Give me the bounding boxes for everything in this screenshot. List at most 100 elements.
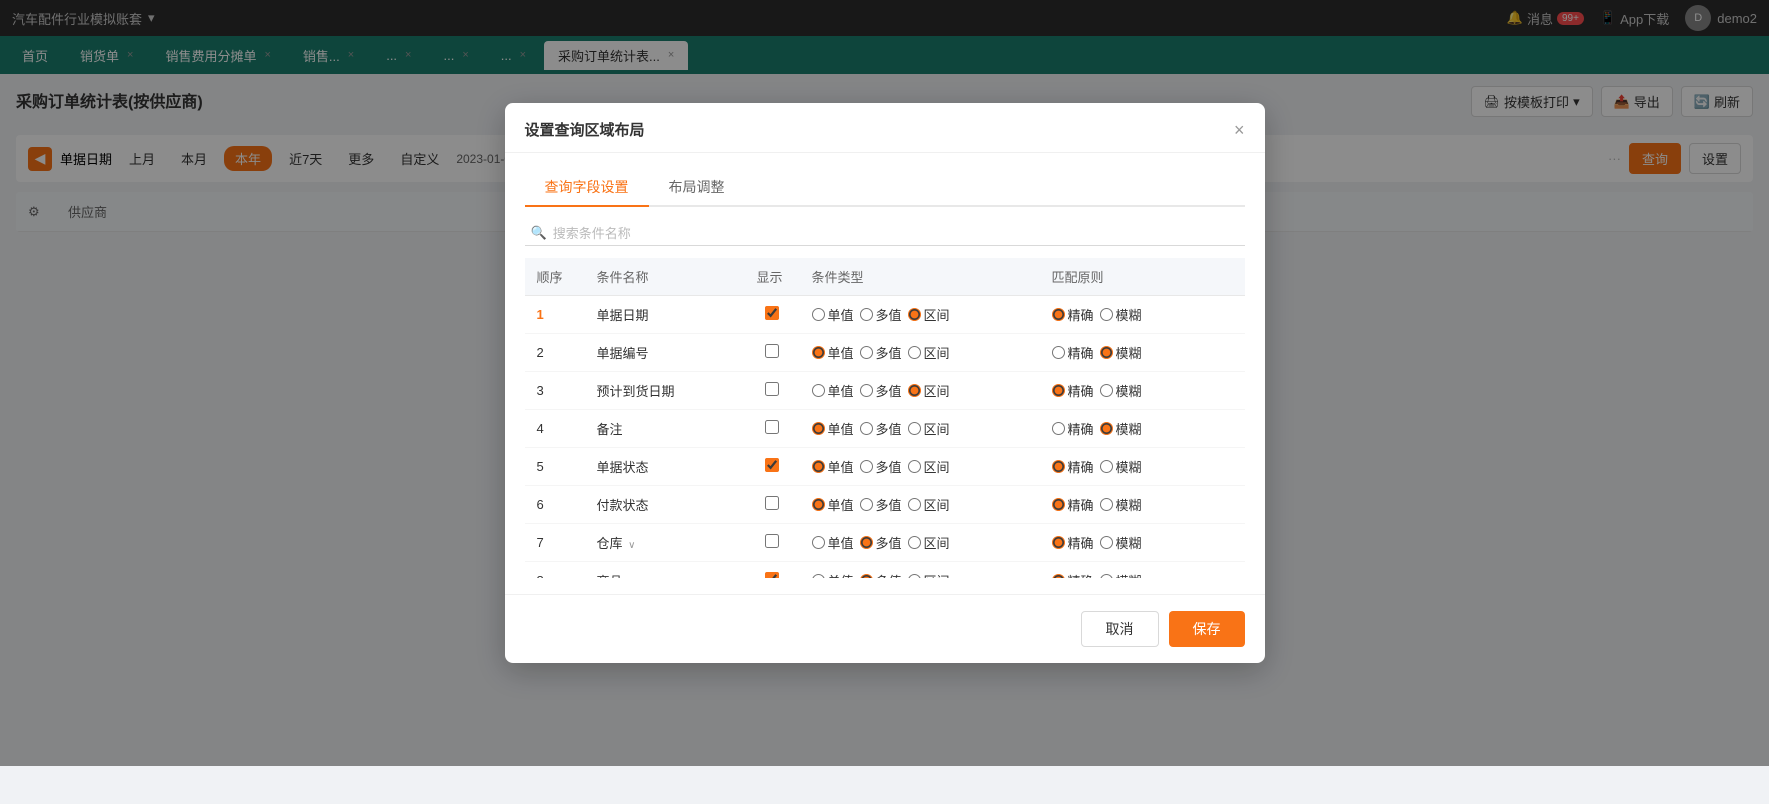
- tab-query-fields-label: 查询字段设置: [545, 179, 629, 195]
- query-table-row: 3预计到货日期单值多值区间精确模糊: [525, 372, 1245, 410]
- type-option-单值[interactable]: 单值: [812, 343, 854, 362]
- cancel-button[interactable]: 取消: [1081, 611, 1159, 647]
- type-option-单值[interactable]: 单值: [812, 419, 854, 438]
- row-name: 商品 ∨: [585, 562, 745, 579]
- type-option-多值[interactable]: 多值: [860, 419, 902, 438]
- query-table: 顺序 条件名称 显示 条件类型 匹配原则 1单据日期单值多值区间精确模糊2单据编…: [525, 258, 1245, 578]
- row-type: 单值多值区间: [800, 334, 1040, 372]
- match-option-模糊[interactable]: 模糊: [1100, 533, 1142, 552]
- modal-overlay[interactable]: 设置查询区域布局 × 查询字段设置 布局调整 🔍: [0, 0, 1769, 766]
- match-option-精确[interactable]: 精确: [1052, 495, 1094, 514]
- match-option-模糊[interactable]: 模糊: [1100, 495, 1142, 514]
- display-checkbox[interactable]: [765, 458, 779, 472]
- type-option-区间[interactable]: 区间: [908, 305, 950, 324]
- row-match: 精确模糊: [1040, 448, 1245, 486]
- row-name: 仓库 ∨: [585, 524, 745, 562]
- row-match: 精确模糊: [1040, 410, 1245, 448]
- display-checkbox[interactable]: [765, 496, 779, 510]
- row-type: 单值多值区间: [800, 372, 1040, 410]
- display-checkbox[interactable]: [765, 344, 779, 358]
- row-display: [745, 524, 800, 562]
- row-name: 付款状态: [585, 486, 745, 524]
- dialog-close-button[interactable]: ×: [1234, 121, 1245, 139]
- search-icon: 🔍: [531, 225, 547, 241]
- search-input[interactable]: [553, 226, 753, 241]
- query-table-row: 1单据日期单值多值区间精确模糊: [525, 296, 1245, 334]
- match-option-精确[interactable]: 精确: [1052, 571, 1094, 578]
- type-option-多值[interactable]: 多值: [860, 533, 902, 552]
- row-display: [745, 296, 800, 334]
- type-option-单值[interactable]: 单值: [812, 457, 854, 476]
- tab-layout-adjust[interactable]: 布局调整: [649, 169, 745, 207]
- row-order: 7: [525, 524, 585, 562]
- type-option-多值[interactable]: 多值: [860, 457, 902, 476]
- dialog-header: 设置查询区域布局 ×: [505, 103, 1265, 153]
- row-match: 精确模糊: [1040, 486, 1245, 524]
- match-option-精确[interactable]: 精确: [1052, 457, 1094, 476]
- row-order: 1: [525, 296, 585, 334]
- display-checkbox[interactable]: [765, 572, 779, 578]
- row-order: 4: [525, 410, 585, 448]
- display-checkbox[interactable]: [765, 306, 779, 320]
- display-checkbox[interactable]: [765, 534, 779, 548]
- search-box: 🔍: [525, 221, 1245, 246]
- save-button[interactable]: 保存: [1169, 611, 1245, 647]
- th-name: 条件名称: [585, 258, 745, 296]
- type-option-区间[interactable]: 区间: [908, 495, 950, 514]
- type-option-区间[interactable]: 区间: [908, 533, 950, 552]
- match-option-模糊[interactable]: 模糊: [1100, 343, 1142, 362]
- type-option-多值[interactable]: 多值: [860, 571, 902, 578]
- type-option-区间[interactable]: 区间: [908, 457, 950, 476]
- match-option-精确[interactable]: 精确: [1052, 305, 1094, 324]
- row-order: 6: [525, 486, 585, 524]
- row-match: 精确模糊: [1040, 372, 1245, 410]
- row-display: [745, 486, 800, 524]
- query-table-row: 4备注单值多值区间精确模糊: [525, 410, 1245, 448]
- type-option-区间[interactable]: 区间: [908, 419, 950, 438]
- match-option-模糊[interactable]: 模糊: [1100, 457, 1142, 476]
- dialog-body: 查询字段设置 布局调整 🔍 顺序 条件名称 显示: [505, 153, 1265, 594]
- match-option-精确[interactable]: 精确: [1052, 419, 1094, 438]
- query-table-row: 8商品 ∨单值多值区间精确模糊: [525, 562, 1245, 579]
- row-type: 单值多值区间: [800, 524, 1040, 562]
- match-option-精确[interactable]: 精确: [1052, 381, 1094, 400]
- display-checkbox[interactable]: [765, 420, 779, 434]
- query-table-row: 2单据编号单值多值区间精确模糊: [525, 334, 1245, 372]
- row-order: 2: [525, 334, 585, 372]
- type-option-多值[interactable]: 多值: [860, 343, 902, 362]
- type-option-区间[interactable]: 区间: [908, 343, 950, 362]
- th-match: 匹配原则: [1040, 258, 1245, 296]
- row-order: 8: [525, 562, 585, 579]
- row-type: 单值多值区间: [800, 410, 1040, 448]
- row-name: 预计到货日期: [585, 372, 745, 410]
- type-option-单值[interactable]: 单值: [812, 571, 854, 578]
- row-display: [745, 410, 800, 448]
- type-option-单值[interactable]: 单值: [812, 381, 854, 400]
- type-option-区间[interactable]: 区间: [908, 381, 950, 400]
- row-name: 备注: [585, 410, 745, 448]
- row-type: 单值多值区间: [800, 562, 1040, 579]
- type-option-多值[interactable]: 多值: [860, 381, 902, 400]
- match-option-模糊[interactable]: 模糊: [1100, 305, 1142, 324]
- display-checkbox[interactable]: [765, 382, 779, 396]
- type-option-多值[interactable]: 多值: [860, 305, 902, 324]
- row-match: 精确模糊: [1040, 524, 1245, 562]
- dialog-title: 设置查询区域布局: [525, 119, 645, 140]
- type-option-单值[interactable]: 单值: [812, 305, 854, 324]
- dialog-tabs: 查询字段设置 布局调整: [525, 169, 1245, 207]
- match-option-模糊[interactable]: 模糊: [1100, 381, 1142, 400]
- row-type: 单值多值区间: [800, 296, 1040, 334]
- match-option-精确[interactable]: 精确: [1052, 343, 1094, 362]
- type-option-多值[interactable]: 多值: [860, 495, 902, 514]
- type-option-单值[interactable]: 单值: [812, 533, 854, 552]
- tab-layout-adjust-label: 布局调整: [669, 179, 725, 195]
- row-order: 3: [525, 372, 585, 410]
- tab-query-fields[interactable]: 查询字段设置: [525, 169, 649, 207]
- type-option-区间[interactable]: 区间: [908, 571, 950, 578]
- match-option-模糊[interactable]: 模糊: [1100, 419, 1142, 438]
- type-option-单值[interactable]: 单值: [812, 495, 854, 514]
- row-display: [745, 562, 800, 579]
- match-option-精确[interactable]: 精确: [1052, 533, 1094, 552]
- match-option-模糊[interactable]: 模糊: [1100, 571, 1142, 578]
- chevron-down-icon[interactable]: ∨: [628, 540, 635, 551]
